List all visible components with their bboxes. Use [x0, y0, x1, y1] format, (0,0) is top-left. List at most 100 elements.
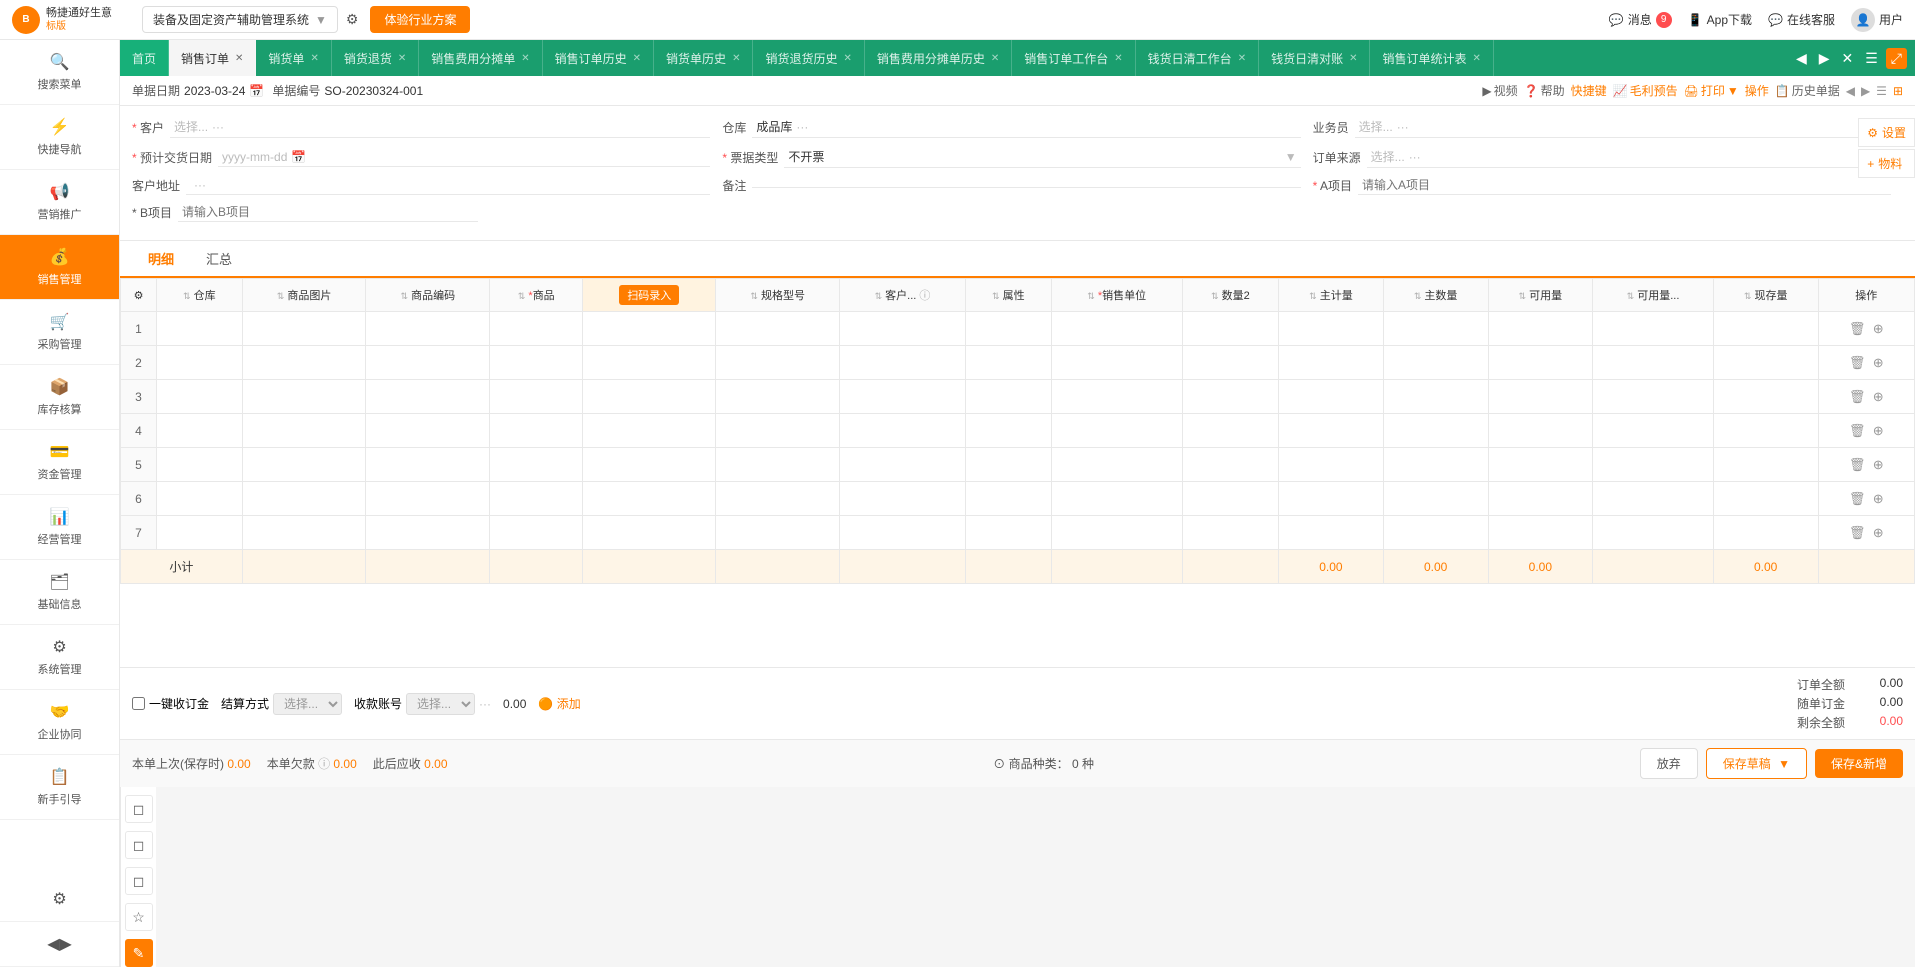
cell-product-image[interactable] [242, 482, 366, 516]
cell-stock[interactable] [1713, 414, 1818, 448]
cell-available2[interactable] [1593, 482, 1714, 516]
cell-attributes[interactable] [965, 414, 1051, 448]
app-download-btn[interactable]: 📱 App下载 [1688, 11, 1752, 28]
right-panel-btn-2[interactable]: ◻ [125, 831, 153, 859]
date-value[interactable]: 2023-03-24 [184, 84, 245, 98]
tab-sales-return-history[interactable]: 销货单历史 ✕ [654, 40, 753, 76]
sidebar-item-operations[interactable]: 📊 经营管理 [0, 495, 119, 560]
cell-stock[interactable] [1713, 312, 1818, 346]
col-stock[interactable]: ⇅ 现存量 [1713, 279, 1818, 312]
cell-spec[interactable] [716, 516, 840, 550]
col-main-qty[interactable]: ⇅ 主数量 [1383, 279, 1488, 312]
sidebar-item-search[interactable]: 🔍 搜索菜单 [0, 40, 119, 105]
customer-input[interactable]: 选择... ··· [170, 116, 710, 138]
calendar2-icon[interactable]: 📅 [291, 150, 306, 164]
cell-attributes[interactable] [965, 346, 1051, 380]
tab-sales-order-history[interactable]: 销售订单历史 ✕ [543, 40, 654, 76]
sidebar-collapse-btn[interactable]: ◀▶ [0, 922, 119, 967]
col-spec[interactable]: ⇅ 规格型号 [716, 279, 840, 312]
cell-qty2[interactable] [1182, 380, 1278, 414]
cell-main-unit[interactable] [1279, 448, 1384, 482]
tab-fee-history[interactable]: 销售费用分摊单历史 ✕ [865, 40, 1012, 76]
cell-product[interactable] [490, 516, 583, 550]
cell-available2[interactable] [1593, 516, 1714, 550]
cell-available2[interactable] [1593, 414, 1714, 448]
row-delete-btn[interactable]: 🗑 [1849, 389, 1866, 404]
cell-main-unit[interactable] [1279, 482, 1384, 516]
cell-product-code[interactable] [366, 516, 490, 550]
tab-close-all-btn[interactable]: ✕ [1838, 48, 1858, 69]
help-btn[interactable]: ❓ 帮助 [1524, 82, 1565, 99]
cell-stock[interactable] [1713, 380, 1818, 414]
tab-close-sales-summary[interactable]: ✕ [1473, 53, 1481, 64]
cell-main-unit[interactable] [1279, 346, 1384, 380]
row-delete-btn[interactable]: 🗑 [1849, 491, 1866, 506]
cell-warehouse[interactable] [157, 414, 243, 448]
discard-btn[interactable]: 放弃 [1640, 748, 1698, 779]
row-delete-btn[interactable]: 🗑 [1849, 321, 1866, 336]
row-copy-btn[interactable]: ⊕ [1873, 423, 1884, 438]
sidebar-item-sales[interactable]: 💰 销售管理 [0, 235, 119, 300]
cell-product-image[interactable] [242, 516, 366, 550]
tab-expand-btn[interactable]: ⤢ [1886, 48, 1907, 69]
cell-product-code[interactable] [366, 346, 490, 380]
tab-cash-reconcile[interactable]: 钱货日清对账 ✕ [1259, 40, 1370, 76]
cell-spec[interactable] [716, 414, 840, 448]
cell-product-code[interactable] [366, 482, 490, 516]
cell-main-qty[interactable] [1383, 516, 1488, 550]
warehouse-input[interactable]: 成品库 ··· [752, 116, 1300, 138]
row-copy-btn[interactable]: ⊕ [1873, 491, 1884, 506]
cell-stock[interactable] [1713, 448, 1818, 482]
sidebar-item-base-info[interactable]: 🗂 基础信息 [0, 560, 119, 625]
settings-gear[interactable]: ⚙ [346, 11, 359, 28]
grid-view-btn[interactable]: ⊞ [1893, 84, 1903, 98]
cell-qty2[interactable] [1182, 346, 1278, 380]
cell-customer-code[interactable] [840, 312, 966, 346]
scan-btn[interactable]: 扫码录入 [619, 285, 679, 305]
tab-sales-return[interactable]: 销货单 ✕ [256, 40, 331, 76]
cell-available[interactable] [1488, 346, 1593, 380]
view-btn[interactable]: ▶ 视频 [1482, 82, 1517, 99]
cell-main-qty[interactable] [1383, 380, 1488, 414]
cell-spec[interactable] [716, 312, 840, 346]
cell-warehouse[interactable] [157, 516, 243, 550]
cell-available[interactable] [1488, 448, 1593, 482]
cell-available[interactable] [1488, 414, 1593, 448]
row-copy-btn[interactable]: ⊕ [1873, 525, 1884, 540]
cell-unit[interactable] [1051, 448, 1182, 482]
receipt-account-select[interactable]: 选择... [406, 693, 475, 715]
cell-customer-code[interactable] [840, 516, 966, 550]
delivery-date-input[interactable]: yyyy-mm-dd 📅 [218, 148, 710, 167]
message-btn[interactable]: 💬 消息 9 [1609, 11, 1672, 28]
right-panel-btn-5[interactable]: ✎ [125, 939, 153, 967]
col-main-unit[interactable]: ⇅ 主计量 [1279, 279, 1384, 312]
cell-spec[interactable] [716, 346, 840, 380]
cell-available[interactable] [1488, 380, 1593, 414]
cell-warehouse[interactable] [157, 482, 243, 516]
tab-order-workbench[interactable]: 销售订单工作台 ✕ [1012, 40, 1135, 76]
cell-product-code[interactable] [366, 414, 490, 448]
cell-product[interactable] [490, 448, 583, 482]
tab-home[interactable]: 首页 [120, 40, 169, 76]
tab-close-refund-history[interactable]: ✕ [843, 53, 851, 64]
cell-qty2[interactable] [1182, 312, 1278, 346]
customer-address-input[interactable]: ··· [186, 176, 710, 195]
cell-attributes[interactable] [965, 448, 1051, 482]
cell-main-qty[interactable] [1383, 482, 1488, 516]
cell-unit[interactable] [1051, 516, 1182, 550]
one-click-checkbox[interactable] [132, 697, 145, 710]
col-product[interactable]: ⇅ *商品 [490, 279, 583, 312]
cell-warehouse[interactable] [157, 346, 243, 380]
tab-close-cash-reconcile[interactable]: ✕ [1349, 53, 1357, 64]
col-warehouse[interactable]: ⇅ 仓库 [157, 279, 243, 312]
tab-detail[interactable]: 明细 [132, 241, 190, 278]
cell-qty2[interactable] [1182, 448, 1278, 482]
save-draft-btn[interactable]: 保存草稿 ▼ [1706, 748, 1807, 779]
receipt-ellipsis[interactable]: ··· [479, 697, 491, 711]
cell-customer-code[interactable] [840, 448, 966, 482]
cell-product[interactable] [490, 346, 583, 380]
cell-stock[interactable] [1713, 516, 1818, 550]
cell-unit[interactable] [1051, 414, 1182, 448]
tab-close-return-history[interactable]: ✕ [732, 53, 740, 64]
cell-available2[interactable] [1593, 346, 1714, 380]
